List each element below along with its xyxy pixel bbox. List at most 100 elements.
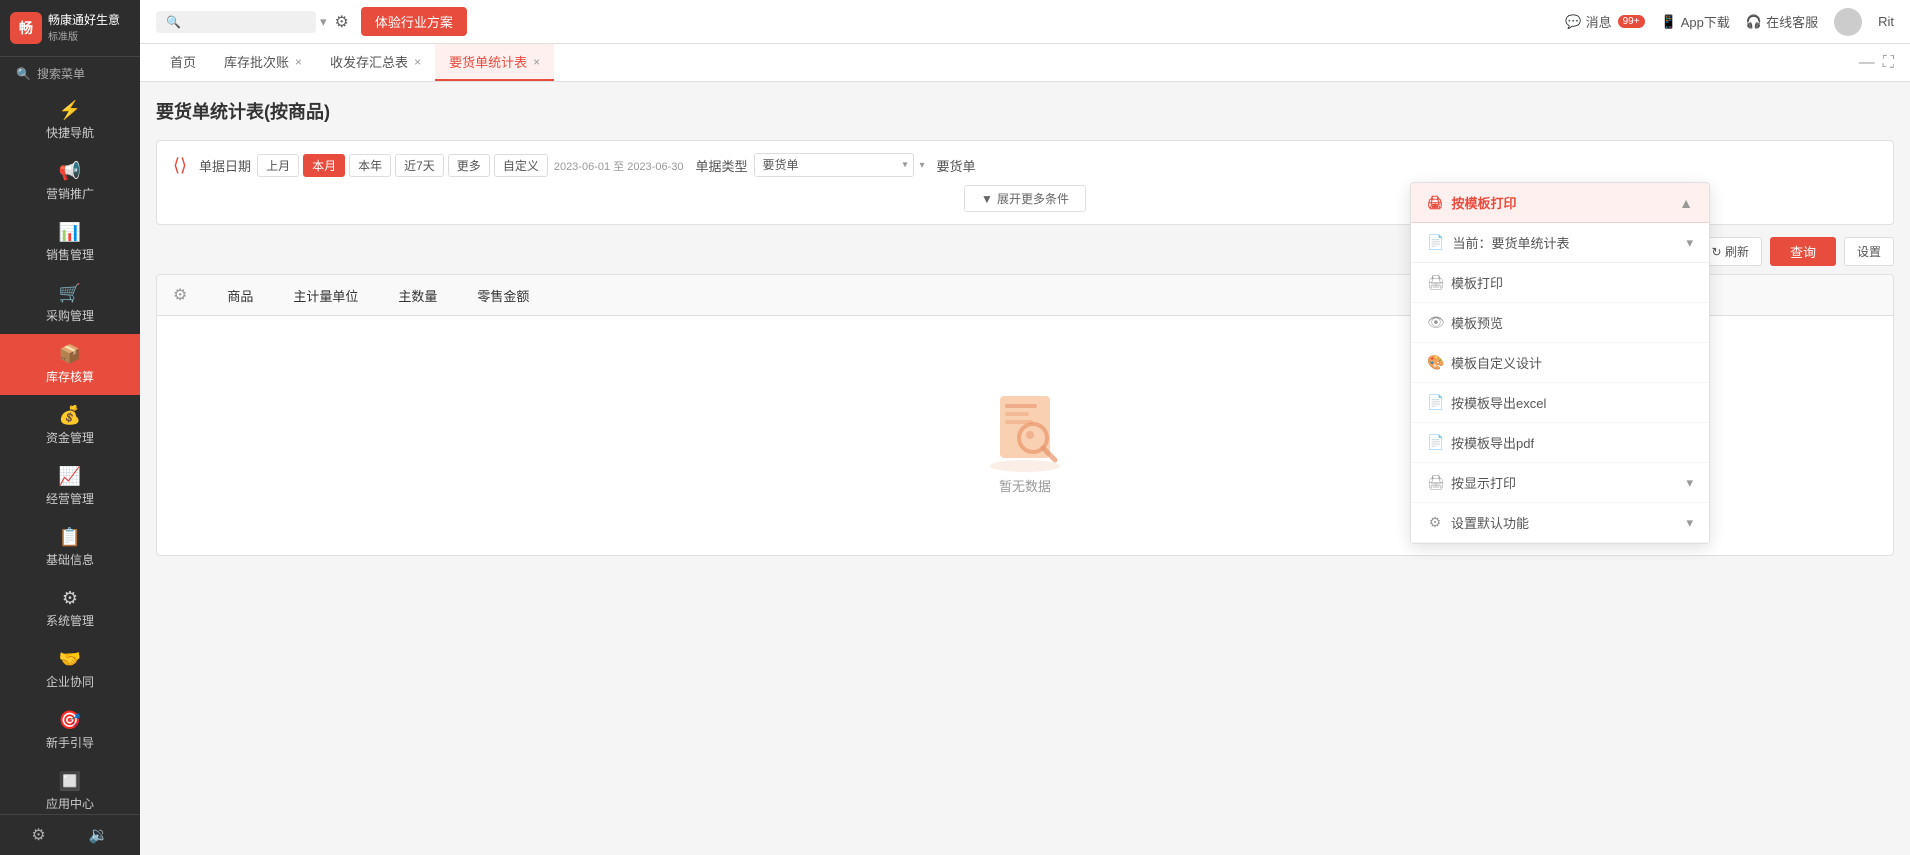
topbar-gear-icon[interactable]: ⚙ [335,12,349,32]
quick-nav-icon: ⚡ [59,100,81,121]
topbar: 🔍 ▾ ⚙ 体验行业方案 💬 消息 99+ 📱 App下载 🎧 在线客服 Rit [140,0,1910,44]
window-maximize-icon[interactable]: ⛶ [1883,54,1894,72]
main-area: 🔍 ▾ ⚙ 体验行业方案 💬 消息 99+ 📱 App下载 🎧 在线客服 Rit [140,0,1910,855]
refresh-icon: ↻ [1712,245,1722,259]
template-excel-icon: 📄 [1427,394,1443,411]
dropdown-item-template-excel[interactable]: 📄 按模板导出excel [1411,383,1709,423]
sidebar-item-marketing[interactable]: 📢 营销推广 [0,151,140,212]
user-name: Rit [1878,14,1894,29]
dropdown-item-template-preview[interactable]: 👁 模板预览 [1411,303,1709,343]
dropdown-current-item[interactable]: 📄 当前：要货单统计表 ▾ [1411,223,1709,263]
type-select[interactable]: 要货单 [754,153,914,177]
current-item-icon: 📄 [1427,234,1444,251]
empty-illustration [975,376,1075,476]
tab-close-receipt-summary[interactable]: × [414,55,421,69]
sidebar-item-operation[interactable]: 📈 经营管理 [0,456,140,517]
type-select-wrapper: 要货单 [754,153,914,177]
finance-icon: 💰 [59,405,81,426]
user-avatar[interactable] [1834,8,1862,36]
message-item[interactable]: 💬 消息 99+ [1565,12,1644,31]
settings-bottom-icon[interactable]: ⚙ [31,825,45,845]
filter-row: ⟨⟩ 单据日期 上月 本月 本年 近7天 更多 自定义 2023-06-01 至… [173,153,1877,177]
tab-inventory-batch[interactable]: 库存批次账 × [210,44,316,81]
query-btn[interactable]: 查询 [1770,237,1836,266]
date-range-text: 2023-06-01 至 2023-06-30 [554,158,684,174]
message-icon: 💬 [1565,14,1581,30]
date-filter-group: 单据日期 上月 本月 本年 近7天 更多 自定义 2023-06-01 至 20… [199,154,683,177]
topbar-search-input[interactable] [181,15,301,29]
dropdown-item-template-print[interactable]: 🖨 模板打印 [1411,263,1709,303]
table-col-unit: 主计量单位 [293,286,358,305]
dropdown-panel: 🖨 按模板打印 ▲ 📄 当前：要货单统计表 ▾ 🖨 模板打印 👁 模板预览 [1410,182,1710,544]
filter-toggle-icon[interactable]: ⟨⟩ [173,155,187,176]
goods-label: 要货单 [937,156,976,175]
sidebar-item-app-center[interactable]: 🔲 应用中心 [0,761,140,814]
date-btn-custom[interactable]: 自定义 [494,154,548,177]
sidebar-item-sales[interactable]: 📊 销售管理 [0,212,140,273]
app-center-icon: 🔲 [59,771,81,792]
topbar-right: 💬 消息 99+ 📱 App下载 🎧 在线客服 Rit [1565,8,1894,36]
table-col-quantity: 主数量 [398,286,437,305]
table-col-goods: 商品 [227,286,253,305]
sidebar-item-basic[interactable]: 📋 基础信息 [0,517,140,578]
template-print-icon: 🖨 [1427,274,1443,291]
guide-icon: 🎯 [59,710,81,731]
topbar-search-box[interactable]: 🔍 [156,11,316,33]
message-badge: 99+ [1618,15,1645,28]
dropdown-item-template-custom[interactable]: 🎨 模板自定义设计 [1411,343,1709,383]
sound-icon[interactable]: 🔉 [89,825,109,845]
sidebar-search[interactable]: 🔍 搜索菜单 [0,57,140,90]
dropdown-item-display-print[interactable]: 🖨 按显示打印 ▾ [1411,463,1709,503]
table-col-settings[interactable]: ⚙ [173,285,187,305]
topbar-chevron-icon[interactable]: ▾ [320,14,327,30]
current-item-arrow: ▾ [1686,235,1693,251]
set-default-icon: ⚙ [1427,514,1443,531]
tab-receipt-summary[interactable]: 收发存汇总表 × [316,44,435,81]
sidebar-item-purchase[interactable]: 🛒 采购管理 [0,273,140,334]
template-pdf-icon: 📄 [1427,434,1443,451]
expand-more-btn[interactable]: ▼ 展开更多条件 [964,185,1086,212]
template-custom-icon: 🎨 [1427,354,1443,371]
topbar-search-icon: 🔍 [166,15,181,29]
date-btn-7days[interactable]: 近7天 [395,154,444,177]
sidebar-item-inventory[interactable]: 📦 库存核算 [0,334,140,395]
date-btn-this-year[interactable]: 本年 [349,154,391,177]
sidebar-item-guide[interactable]: 🎯 新手引导 [0,700,140,761]
dropdown-item-set-default[interactable]: ⚙ 设置默认功能 ▾ [1411,503,1709,543]
sidebar-item-quick-nav[interactable]: ⚡ 快捷导航 [0,90,140,151]
sidebar-item-enterprise[interactable]: 🤝 企业协同 [0,639,140,700]
tab-order-stats[interactable]: 要货单统计表 × [435,44,554,81]
date-btn-this-month[interactable]: 本月 [303,154,345,177]
mobile-icon: 📱 [1661,14,1677,30]
tab-close-order-stats[interactable]: × [533,55,540,69]
basic-icon: 📋 [59,527,81,548]
tab-close-inventory-batch[interactable]: × [295,55,302,69]
window-minimize-icon[interactable]: — [1859,54,1875,72]
tab-home[interactable]: 首页 [156,44,210,81]
date-btn-more[interactable]: 更多 [448,154,490,177]
operation-icon: 📈 [59,466,81,487]
set-default-arrow: ▾ [1686,515,1693,531]
logo-icon: 畅 [10,12,42,44]
industry-btn[interactable]: 体验行业方案 [361,7,467,36]
window-controls: — ⛶ [1859,54,1894,72]
display-print-icon: 🖨 [1427,474,1443,491]
date-btn-last-month[interactable]: 上月 [257,154,299,177]
dropdown-header: 🖨 按模板打印 ▲ [1411,183,1709,223]
table-col-retail: 零售金额 [477,286,529,305]
sidebar-item-finance[interactable]: 💰 资金管理 [0,395,140,456]
template-preview-icon: 👁 [1427,314,1443,331]
dropdown-item-template-pdf[interactable]: 📄 按模板导出pdf [1411,423,1709,463]
goods-filter-group: 要货单 [937,156,976,175]
sidebar-item-system[interactable]: ⚙ 系统管理 [0,578,140,639]
dropdown-close-icon[interactable]: ▲ [1679,195,1693,211]
empty-text: 暂无数据 [999,476,1051,495]
dropdown-print-icon: 🖨 [1427,195,1444,211]
sidebar: 畅 畅康通好生意 标准版 🔍 搜索菜单 ⚡ 快捷导航 📢 营销推广 📊 销售管理… [0,0,140,855]
settings-btn[interactable]: 设置 [1844,237,1894,266]
sales-icon: 📊 [59,222,81,243]
enterprise-icon: 🤝 [59,649,81,670]
online-service-item[interactable]: 🎧 在线客服 [1746,12,1818,31]
app-download-item[interactable]: 📱 App下载 [1661,12,1730,31]
purchase-icon: 🛒 [59,283,81,304]
